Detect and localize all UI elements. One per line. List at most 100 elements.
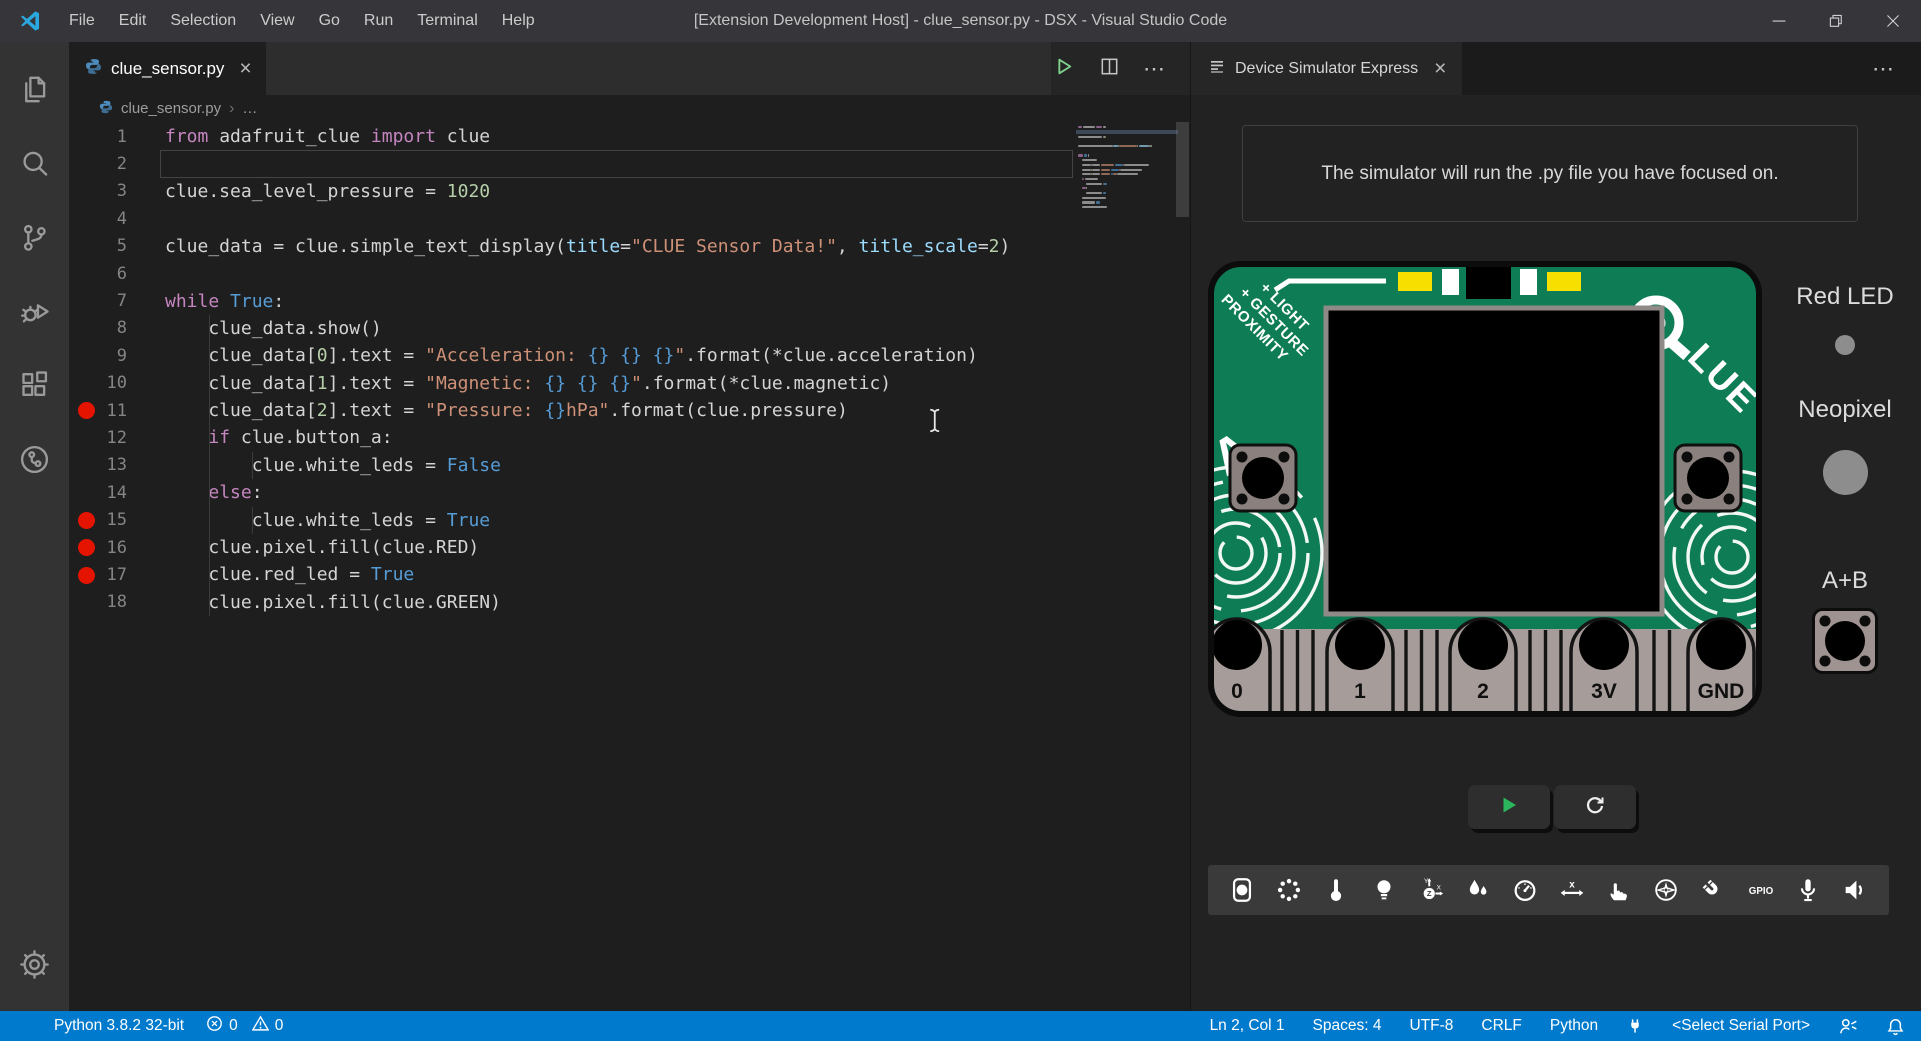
menu-run[interactable]: Run (352, 0, 405, 42)
play-icon (1497, 793, 1521, 822)
line-number: 9 (116, 345, 127, 366)
microphone-icon[interactable] (1791, 873, 1825, 907)
minimap-line (1138, 145, 1150, 148)
code-line-16[interactable]: 16 clue.pixel.fill(clue.RED) (69, 534, 1190, 561)
eol-status[interactable]: CRLF (1481, 1017, 1521, 1035)
code-line-1[interactable]: 1 from adafruit_clue import clue (69, 123, 1190, 150)
close-icon (1884, 12, 1902, 30)
code-line-12[interactable]: 12 if clue.button_a: (69, 424, 1190, 451)
activity-source-control[interactable] (0, 200, 69, 274)
tab-close-icon[interactable]: × (239, 58, 251, 79)
code-line-7[interactable]: 7 while True: (69, 287, 1190, 314)
panel-tab-close-icon[interactable]: × (1434, 58, 1446, 79)
code-line-6[interactable]: 6 (69, 260, 1190, 287)
neopixel-indicator[interactable] (1822, 450, 1868, 495)
menu-help[interactable]: Help (490, 0, 547, 42)
ab-button[interactable] (1812, 608, 1878, 674)
tab-clue-sensor[interactable]: clue_sensor.py × (69, 42, 266, 95)
plug-icon[interactable] (1626, 1017, 1644, 1035)
refresh-simulator-button[interactable] (1554, 785, 1636, 829)
code-line-9[interactable]: 9 clue_data[0].text = "Acceleration: {} … (69, 342, 1190, 369)
menu-edit[interactable]: Edit (107, 0, 159, 42)
code-line-8[interactable]: 8 clue_data.show() (69, 315, 1190, 342)
neopixel-ring-icon[interactable] (1272, 873, 1306, 907)
code-line-17[interactable]: 17 clue.red_led = True (69, 561, 1190, 588)
board-button-a[interactable] (1228, 443, 1298, 513)
code-line-3[interactable]: 3 clue.sea_level_pressure = 1020 (69, 178, 1190, 205)
indentation-status[interactable]: Spaces: 4 (1313, 1017, 1382, 1035)
board-button-b[interactable] (1673, 443, 1743, 513)
minimap-line (1081, 206, 1108, 209)
breadcrumb[interactable]: clue_sensor.py › … (69, 95, 1190, 122)
board-pad-1[interactable]: 1 (1325, 617, 1395, 714)
gesture-sensor-icon[interactable] (1602, 873, 1636, 907)
problems-status[interactable]: 0 0 (206, 1015, 283, 1037)
activity-search[interactable] (0, 126, 69, 200)
board-pad-gnd[interactable]: GND (1686, 617, 1756, 714)
minimap-line (1081, 159, 1097, 162)
code-line-14[interactable]: 14 else: (69, 479, 1190, 506)
gyroscope-icon[interactable] (1649, 873, 1683, 907)
minimize-button[interactable] (1750, 0, 1807, 42)
language-mode-status[interactable]: Python (1550, 1017, 1598, 1035)
humidity-sensor-icon[interactable] (1461, 873, 1495, 907)
encoding-status[interactable]: UTF-8 (1409, 1017, 1453, 1035)
svg-text:3V: 3V (1591, 680, 1617, 703)
menu-terminal[interactable]: Terminal (405, 0, 489, 42)
minimap-line (1078, 126, 1082, 129)
accelerometer-icon[interactable]: ZYX (1414, 873, 1448, 907)
code-line-13[interactable]: 13 clue.white_leds = False (69, 452, 1190, 479)
light-sensor-icon[interactable] (1367, 873, 1401, 907)
temperature-sensor-icon[interactable] (1319, 873, 1353, 907)
activity-run-debug[interactable] (0, 274, 69, 348)
cursor-position-status[interactable]: Ln 2, Col 1 (1210, 1017, 1285, 1035)
activity-explorer[interactable] (0, 52, 69, 126)
run-simulator-button[interactable] (1468, 785, 1550, 829)
code-line-5[interactable]: 5 clue_data = clue.simple_text_display(ti… (69, 233, 1190, 260)
motion-shake-icon[interactable]: x (1555, 873, 1589, 907)
split-editor-icon[interactable] (1098, 55, 1121, 83)
breakpoint-dot[interactable] (78, 511, 95, 529)
menu-go[interactable]: Go (307, 0, 352, 42)
scrollbar-thumb[interactable] (1176, 122, 1189, 217)
code-line-4[interactable]: 4 (69, 205, 1190, 232)
push-button-icon[interactable] (1225, 873, 1259, 907)
code-line-11[interactable]: 11 clue_data[2].text = "Pressure: {}hPa"… (69, 397, 1190, 424)
serial-port-status[interactable]: <Select Serial Port> (1672, 1017, 1810, 1035)
magnet-sensor-icon[interactable] (1696, 873, 1730, 907)
activity-device-simulator-express[interactable] (0, 422, 69, 496)
notifications-bell-icon[interactable] (1886, 1017, 1905, 1036)
minimap-line (1087, 154, 1089, 157)
menu-selection[interactable]: Selection (158, 0, 248, 42)
menu-file[interactable]: File (57, 0, 107, 42)
tab-device-simulator-express[interactable]: Device Simulator Express × (1191, 42, 1463, 95)
code-line-2[interactable]: 2 (69, 150, 1190, 178)
board-pad-yellow (1398, 272, 1432, 291)
pressure-sensor-icon[interactable] (1508, 873, 1542, 907)
panel-more-actions-icon[interactable]: ⋯ (1872, 56, 1921, 82)
more-actions-icon[interactable]: ⋯ (1143, 56, 1166, 82)
activity-settings-gear[interactable] (0, 927, 69, 1001)
code-editor[interactable]: 1 from adafruit_clue import clue 2 3 clue.se… (69, 122, 1190, 1011)
menu-view[interactable]: View (248, 0, 306, 42)
python-interpreter-status[interactable]: Python 3.8.2 32-bit (54, 1017, 184, 1035)
code-line-15[interactable]: 15 clue.white_leds = True (69, 506, 1190, 533)
breadcrumb-more[interactable]: … (242, 100, 257, 117)
close-button[interactable] (1864, 0, 1921, 42)
gpio-icon[interactable]: GPIO (1744, 873, 1778, 907)
code-text: clue.white_leds = True (165, 509, 491, 531)
speaker-icon[interactable] (1838, 873, 1872, 907)
activity-extensions[interactable] (0, 348, 69, 422)
code-line-10[interactable]: 10 clue_data[1].text = "Magnetic: {} {} … (69, 370, 1190, 397)
code-line-18[interactable]: 18 clue.pixel.fill(clue.GREEN) (69, 589, 1190, 616)
board-pad-2[interactable]: 2 (1448, 617, 1518, 714)
code-text: clue.sea_level_pressure = 1020 (165, 180, 491, 202)
minimap-line (1096, 126, 1102, 129)
minimap[interactable] (1076, 125, 1178, 255)
breadcrumb-file[interactable]: clue_sensor.py (121, 100, 221, 117)
board-pad-3v[interactable]: 3V (1569, 617, 1639, 714)
restore-button[interactable] (1807, 0, 1864, 42)
feedback-icon[interactable] (1838, 1016, 1858, 1036)
breakpoint-dot[interactable] (78, 566, 95, 584)
run-python-file-icon[interactable] (1051, 54, 1076, 84)
